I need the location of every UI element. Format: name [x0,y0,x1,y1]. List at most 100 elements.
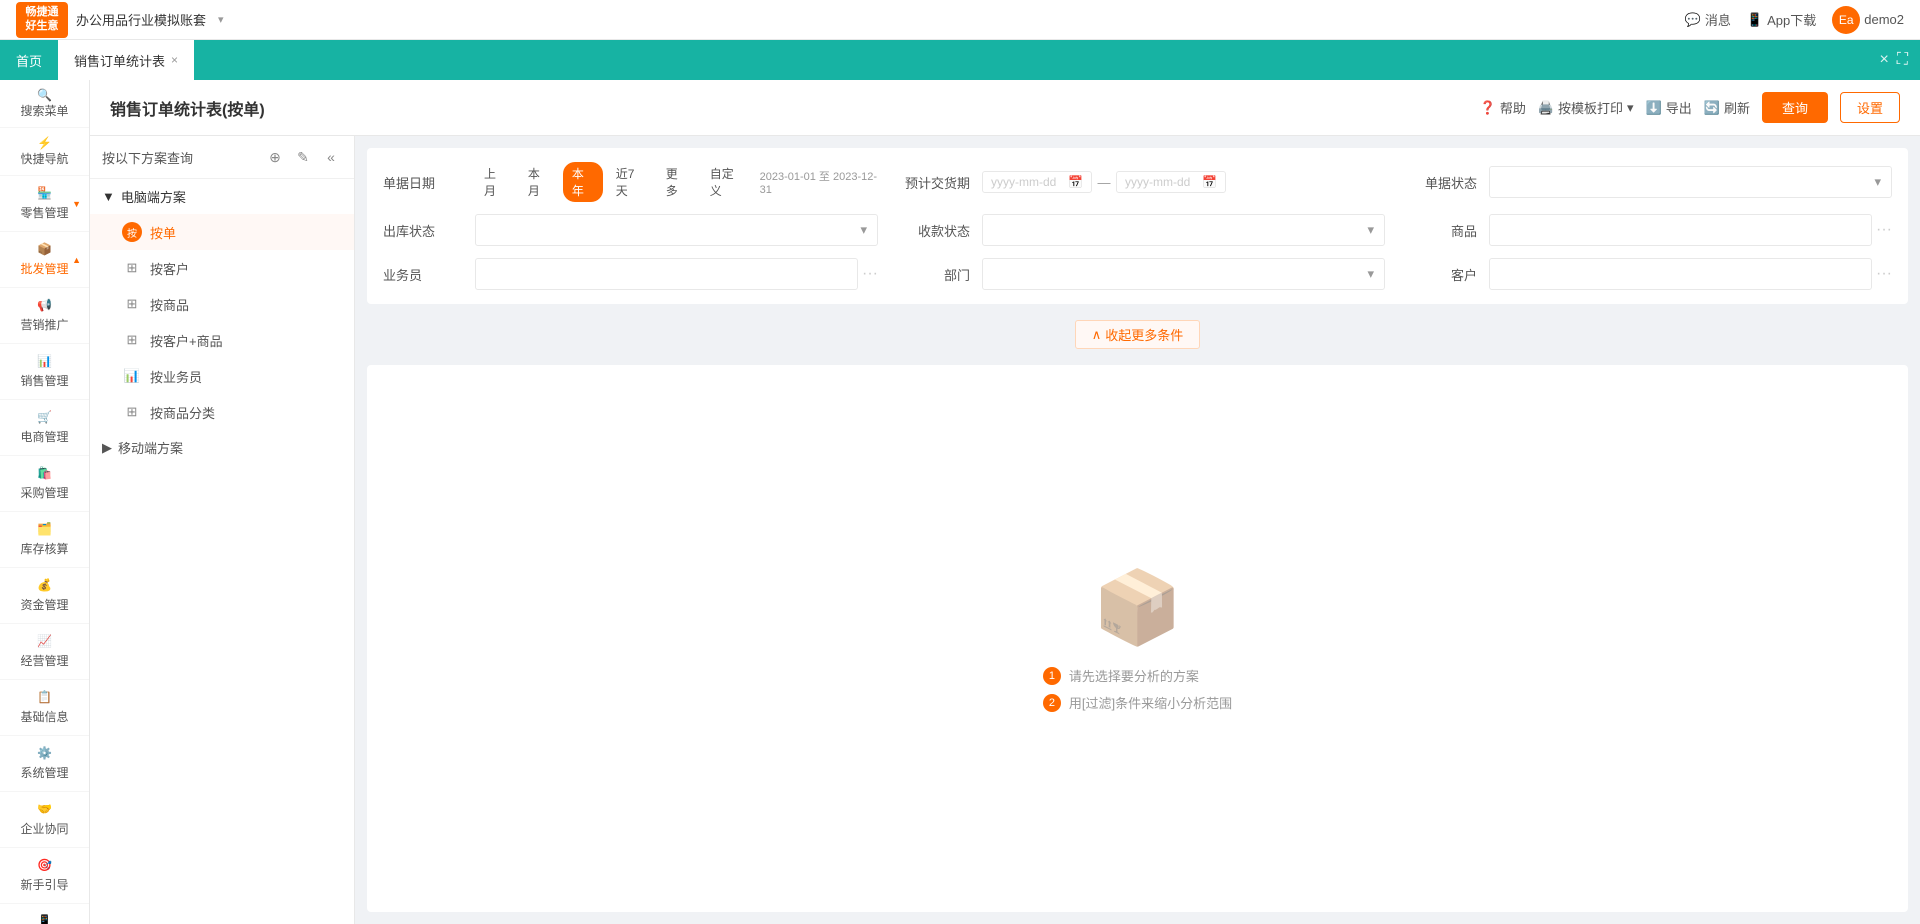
sidebar-item-ecommerce[interactable]: 🛒 电商管理 [0,400,89,456]
content-area: 销售订单统计表(按单) ❓ 帮助 🖨️ 按模板打印 ▾ ⬇️ 导出 🔄 刷新 [90,80,1920,924]
status-select[interactable]: ▾ [1489,166,1892,198]
delivery-date-to[interactable]: yyyy-mm-dd 📅 [1116,171,1226,193]
tab-home[interactable]: 首页 [0,40,58,80]
tab-sales-order-stats[interactable]: 销售订单统计表 × [58,40,194,80]
mobile-group-header[interactable]: ▶ 移动端方案 [90,430,354,465]
shortcut-custom[interactable]: 自定义 [701,162,752,202]
shortcut-this-year[interactable]: 本年 [563,162,603,202]
customer-label: 客户 [1397,265,1477,284]
finance-label: 资金管理 [20,596,68,613]
print-button[interactable]: 🖨️ 按模板打印 ▾ [1538,98,1634,117]
system-label: 系统管理 [20,764,68,781]
salesperson-label: 业务员 [383,265,463,284]
print-dropdown-icon[interactable]: ▾ [1627,100,1634,116]
inner-layout: 按以下方案查询 ⊕ ✎ « ▼ [90,136,1920,924]
status-label: 单据状态 [1397,173,1477,192]
app-download-button[interactable]: 📱 App下载 [1747,10,1816,29]
salesperson-filter: ··· [475,258,878,290]
sidebar-item-app-center[interactable]: 📱 应用中心 [0,904,89,924]
calendar-icon-1: 📅 [1068,175,1083,189]
collapse-icon: « [327,149,335,165]
by-salesperson-label: 按业务员 [150,367,202,386]
scheme-item-by-salesperson[interactable]: 📊 按业务员 [90,358,354,394]
collapse-panel-button[interactable]: « [320,146,342,168]
shortcut-this-month[interactable]: 本月 [519,162,559,202]
sales-label: 销售管理 [20,372,68,389]
collapse-button[interactable]: ∧ 收起更多条件 [1075,320,1201,349]
pay-status-arrow: ▾ [1367,222,1374,238]
sidebar-item-collab[interactable]: 🤝 企业协同 [0,792,89,848]
dept-label: 部门 [890,265,970,284]
sidebar-item-finance[interactable]: 💰 资金管理 [0,568,89,624]
base-info-label: 基础信息 [20,708,68,725]
desktop-scheme-group: ▼ 电脑端方案 按 按单 ⊞ 按客户 ⊞ 按商品 [90,179,354,430]
customer-more-button[interactable]: ··· [1876,265,1892,283]
scheme-item-by-customer[interactable]: ⊞ 按客户 [90,250,354,286]
dept-select[interactable]: ▾ [982,258,1385,290]
sidebar-search[interactable]: 🔍 搜索菜单 [0,80,89,128]
help-button[interactable]: ❓ 帮助 [1480,98,1526,117]
out-status-select[interactable]: ▾ [475,214,878,246]
shortcut-last-month[interactable]: 上月 [475,162,515,202]
salesperson-more-button[interactable]: ··· [862,265,878,283]
top-bar-right: 💬 消息 📱 App下载 Ea demo2 [1685,6,1904,34]
sidebar-item-operations[interactable]: 📈 经营管理 [0,624,89,680]
operations-label: 经营管理 [20,652,68,669]
product-input[interactable] [1489,214,1872,246]
setting-button[interactable]: 设置 [1840,92,1900,123]
product-more-button[interactable]: ··· [1876,221,1892,239]
purchase-icon: 🛍️ [37,466,52,480]
inventory-label: 库存核算 [20,540,68,557]
scheme-item-by-product[interactable]: ⊞ 按商品 [90,286,354,322]
tab-close-button[interactable]: × [171,53,178,67]
scheme-item-by-customer-product[interactable]: ⊞ 按客户+商品 [90,322,354,358]
left-panel-title: 按以下方案查询 [102,148,193,167]
user-menu-button[interactable]: Ea demo2 [1832,6,1904,34]
shortcut-last-7days[interactable]: 近7天 [607,162,653,202]
edit-scheme-button[interactable]: ✎ [292,146,314,168]
sidebar-item-retail[interactable]: 🏪 零售管理 [0,176,89,232]
window-close-icon[interactable]: × [1879,51,1888,69]
sidebar-item-purchase[interactable]: 🛍️ 采购管理 [0,456,89,512]
desktop-group-header[interactable]: ▼ 电脑端方案 [90,179,354,214]
sidebar-item-system[interactable]: ⚙️ 系统管理 [0,736,89,792]
sidebar-item-guide[interactable]: 🎯 新手引导 [0,848,89,904]
sales-icon: 📊 [37,354,52,368]
empty-state: 📦 1 请先选择要分析的方案 2 用[过滤]条件来缩小分析范围 [367,365,1908,912]
sidebar-item-sales[interactable]: 📊 销售管理 [0,344,89,400]
product-filter: ··· [1489,214,1892,246]
query-button[interactable]: 查询 [1762,92,1828,123]
mobile-scheme-group: ▶ 移动端方案 [90,430,354,465]
export-button[interactable]: ⬇️ 导出 [1646,98,1692,117]
delivery-date-from[interactable]: yyyy-mm-dd 📅 [982,171,1092,193]
by-product-icon: ⊞ [122,294,142,314]
by-category-label: 按商品分类 [150,403,215,422]
sidebar-item-marketing[interactable]: 📢 营销推广 [0,288,89,344]
pay-status-select[interactable]: ▾ [982,214,1385,246]
scheme-item-by-order[interactable]: 按 按单 [90,214,354,250]
customer-input[interactable] [1489,258,1872,290]
by-product-label: 按商品 [150,295,189,314]
sidebar-item-inventory[interactable]: 🗂️ 库存核算 [0,512,89,568]
sidebar-item-wholesale[interactable]: 📦 批发管理 [0,232,89,288]
operations-icon: 📈 [37,634,52,648]
shortcut-more[interactable]: 更多 [657,162,697,202]
message-button[interactable]: 💬 消息 [1685,10,1731,29]
by-category-icon: ⊞ [122,402,142,422]
delivery-from-placeholder: yyyy-mm-dd [991,175,1056,189]
delivery-date-group: yyyy-mm-dd 📅 — yyyy-mm-dd 📅 [982,171,1385,193]
out-status-arrow: ▾ [860,222,867,238]
company-dropdown-icon[interactable]: ▾ [218,13,224,26]
window-expand-icon[interactable]: ⛶ [1897,51,1908,69]
out-status-label: 出库状态 [383,221,463,240]
logo-text: 畅捷通好生意 [26,6,59,32]
empty-illustration: 📦 [1093,565,1183,650]
scheme-item-by-category[interactable]: ⊞ 按商品分类 [90,394,354,430]
date-label: 单据日期 [383,173,463,192]
sidebar-quick-nav[interactable]: ⚡ 快捷导航 [0,128,89,176]
add-scheme-button[interactable]: ⊕ [264,146,286,168]
salesperson-input[interactable] [475,258,858,290]
sidebar-item-base-info[interactable]: 📋 基础信息 [0,680,89,736]
refresh-button[interactable]: 🔄 刷新 [1704,98,1750,117]
wholesale-icon: 📦 [37,242,52,256]
